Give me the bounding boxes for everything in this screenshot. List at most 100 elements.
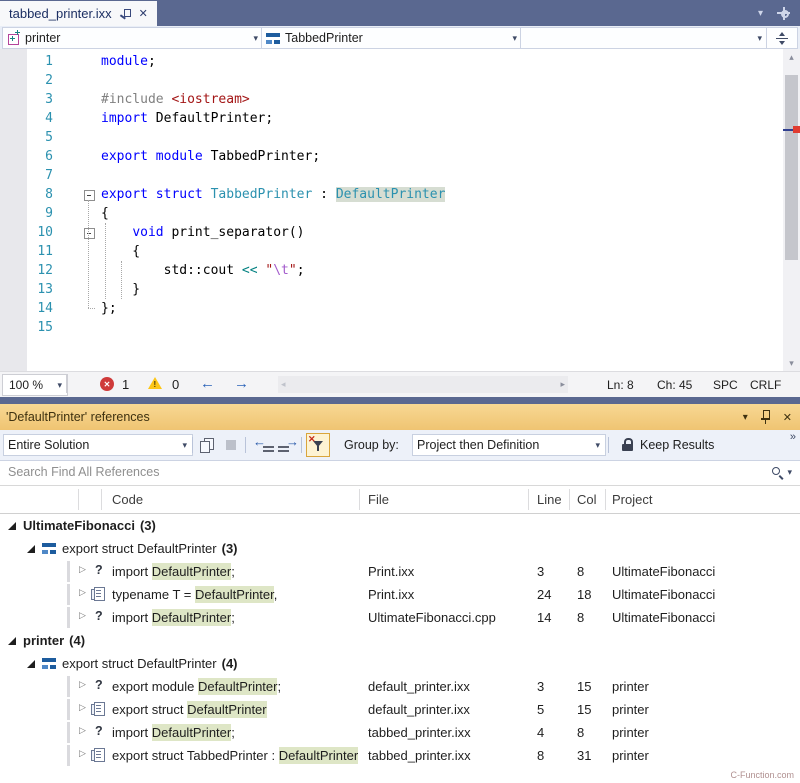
expander-icon[interactable]: ▷ <box>79 679 86 690</box>
expander-icon[interactable]: ▷ <box>79 702 86 713</box>
code-line[interactable] <box>101 166 445 185</box>
code-editor[interactable]: 123456789101112131415 module; #include <… <box>0 49 800 371</box>
code-area[interactable]: module; #include <iostream>import Defaul… <box>101 52 445 337</box>
expander-icon[interactable]: ▷ <box>79 587 86 598</box>
type-dropdown-value: TabbedPrinter <box>285 31 363 45</box>
code-line[interactable]: }; <box>101 299 445 318</box>
line-ending-indicator[interactable]: CRLF <box>750 378 781 392</box>
code-line[interactable]: export module TabbedPrinter; <box>101 147 445 166</box>
code-line[interactable]: export struct TabbedPrinter : DefaultPri… <box>101 185 445 204</box>
spaces-indicator[interactable]: SPC <box>713 378 738 392</box>
unknown-reference-icon: ? <box>95 724 103 738</box>
scroll-up-icon[interactable]: ▴ <box>783 49 800 65</box>
search-input[interactable]: Search Find All References <box>8 465 159 479</box>
group-name: UltimateFibonacci <box>23 518 135 533</box>
code-line[interactable]: { <box>101 242 445 261</box>
expanded-triangle-icon[interactable] <box>27 545 35 553</box>
column-header-code[interactable]: Code <box>112 492 143 507</box>
expander-icon[interactable]: ▷ <box>79 748 86 759</box>
tab-bar: tabbed_printer.ixx ✕ ▾ <box>0 0 800 26</box>
group-by-dropdown[interactable]: Project then Definition ▾ <box>412 434 606 456</box>
group-name: printer <box>23 633 64 648</box>
find-references-panel: 'DefaultPrinter' references ▾ ✕ Entire S… <box>0 404 800 783</box>
project-group-row[interactable]: printer(4) <box>0 629 800 652</box>
reference-result-row[interactable]: ▷?import DefaultPrinter;tabbed_printer.i… <box>0 721 800 744</box>
member-dropdown[interactable]: ▾ <box>520 27 768 49</box>
project-dropdown[interactable]: printer ▾ <box>2 27 264 49</box>
column-header-col[interactable]: Col <box>577 492 597 507</box>
split-window-button[interactable] <box>766 27 798 49</box>
code-line[interactable]: void print_separator() <box>101 223 445 242</box>
result-line: 8 <box>537 748 544 763</box>
window-splitter[interactable] <box>0 397 800 404</box>
code-line[interactable] <box>101 128 445 147</box>
expander-icon[interactable]: ▷ <box>79 610 86 621</box>
code-line[interactable]: import DefaultPrinter; <box>101 109 445 128</box>
reference-result-row[interactable]: ▷typename T = DefaultPrinter,Print.ixx24… <box>0 583 800 606</box>
chevron-down-icon: ▾ <box>182 441 187 450</box>
code-line[interactable]: std::cout << "\t"; <box>101 261 445 280</box>
copy-icon[interactable] <box>200 438 213 452</box>
reference-result-row[interactable]: ▷?import DefaultPrinter;Print.ixx38Ultim… <box>0 560 800 583</box>
code-line[interactable] <box>101 318 445 337</box>
scroll-left-icon[interactable]: ◂ <box>281 376 286 393</box>
panel-title-bar[interactable]: 'DefaultPrinter' references ▾ ✕ <box>0 404 800 430</box>
tab-list-chevron-icon[interactable]: ▾ <box>758 8 763 19</box>
chevron-down-icon[interactable]: ▾ <box>787 467 792 478</box>
reference-result-row[interactable]: ▷?export module DefaultPrinter;default_p… <box>0 675 800 698</box>
warning-icon[interactable]: ! <box>148 377 163 390</box>
reference-result-row[interactable]: ▷export struct DefaultPrinterdefault_pri… <box>0 698 800 721</box>
close-icon[interactable]: ✕ <box>139 7 148 20</box>
fold-collapse-icon[interactable] <box>84 190 95 201</box>
vertical-scrollbar[interactable]: ▴ ▾ <box>783 49 800 371</box>
scrollbar-thumb[interactable] <box>785 75 798 260</box>
struct-icon <box>266 33 280 44</box>
result-file: Print.ixx <box>368 564 414 579</box>
scroll-right-icon[interactable]: ▸ <box>560 376 565 393</box>
search-icon[interactable] <box>771 466 784 479</box>
auto-hide-pin-icon[interactable] <box>761 410 770 424</box>
window-position-chevron-icon[interactable]: ▾ <box>743 412 748 423</box>
definition-group-row[interactable]: export struct DefaultPrinter(4) <box>0 652 800 675</box>
results-column-header[interactable]: Code File Line Col Project <box>0 486 800 514</box>
definition-count: (3) <box>222 541 238 556</box>
expanded-triangle-icon[interactable] <box>8 637 16 645</box>
next-reference-icon[interactable]: → <box>278 438 299 453</box>
stop-search-icon <box>226 440 236 450</box>
column-header-file[interactable]: File <box>368 492 389 507</box>
gear-icon[interactable] <box>777 7 790 20</box>
error-icon[interactable]: ✕ <box>100 377 114 391</box>
scroll-down-icon[interactable]: ▾ <box>783 355 800 371</box>
horizontal-scrollbar[interactable]: ◂ ▸ <box>278 376 568 393</box>
project-group-row[interactable]: UltimateFibonacci(3) <box>0 514 800 537</box>
pin-icon[interactable] <box>120 8 131 19</box>
zoom-dropdown[interactable]: 100 % ▾ <box>2 374 68 396</box>
reference-result-row[interactable]: ▷export struct TabbedPrinter : DefaultPr… <box>0 744 800 767</box>
tab-tabbed-printer[interactable]: tabbed_printer.ixx ✕ <box>0 1 157 26</box>
definition-group-row[interactable]: export struct DefaultPrinter(3) <box>0 537 800 560</box>
code-line[interactable]: } <box>101 280 445 299</box>
reference-result-row[interactable]: ▷?import DefaultPrinter;UltimateFibonacc… <box>0 606 800 629</box>
keep-results-button[interactable]: Keep Results <box>640 438 714 452</box>
expanded-triangle-icon[interactable] <box>8 522 16 530</box>
previous-reference-icon[interactable]: ← <box>253 438 274 453</box>
remove-filters-toggle[interactable]: ✕ <box>306 433 330 457</box>
code-line[interactable]: { <box>101 204 445 223</box>
expanded-triangle-icon[interactable] <box>27 660 35 668</box>
navigate-forward-icon[interactable]: → <box>234 375 249 392</box>
code-line[interactable]: #include <iostream> <box>101 90 445 109</box>
expander-icon[interactable]: ▷ <box>79 725 86 736</box>
code-line[interactable] <box>101 71 445 90</box>
result-project: printer <box>612 725 649 740</box>
search-bar[interactable]: Search Find All References ▾ <box>0 461 800 486</box>
scope-dropdown[interactable]: Entire Solution ▾ <box>3 434 193 456</box>
column-header-line[interactable]: Line <box>537 492 562 507</box>
type-dropdown[interactable]: TabbedPrinter ▾ <box>261 27 523 49</box>
code-line[interactable]: module; <box>101 52 445 71</box>
expander-icon[interactable]: ▷ <box>79 564 86 575</box>
navigate-back-icon[interactable]: ← <box>200 375 215 392</box>
close-panel-icon[interactable]: ✕ <box>783 411 792 424</box>
toolbar-overflow-icon[interactable]: » <box>790 431 796 443</box>
fold-collapse-icon[interactable] <box>84 228 95 239</box>
column-header-project[interactable]: Project <box>612 492 652 507</box>
